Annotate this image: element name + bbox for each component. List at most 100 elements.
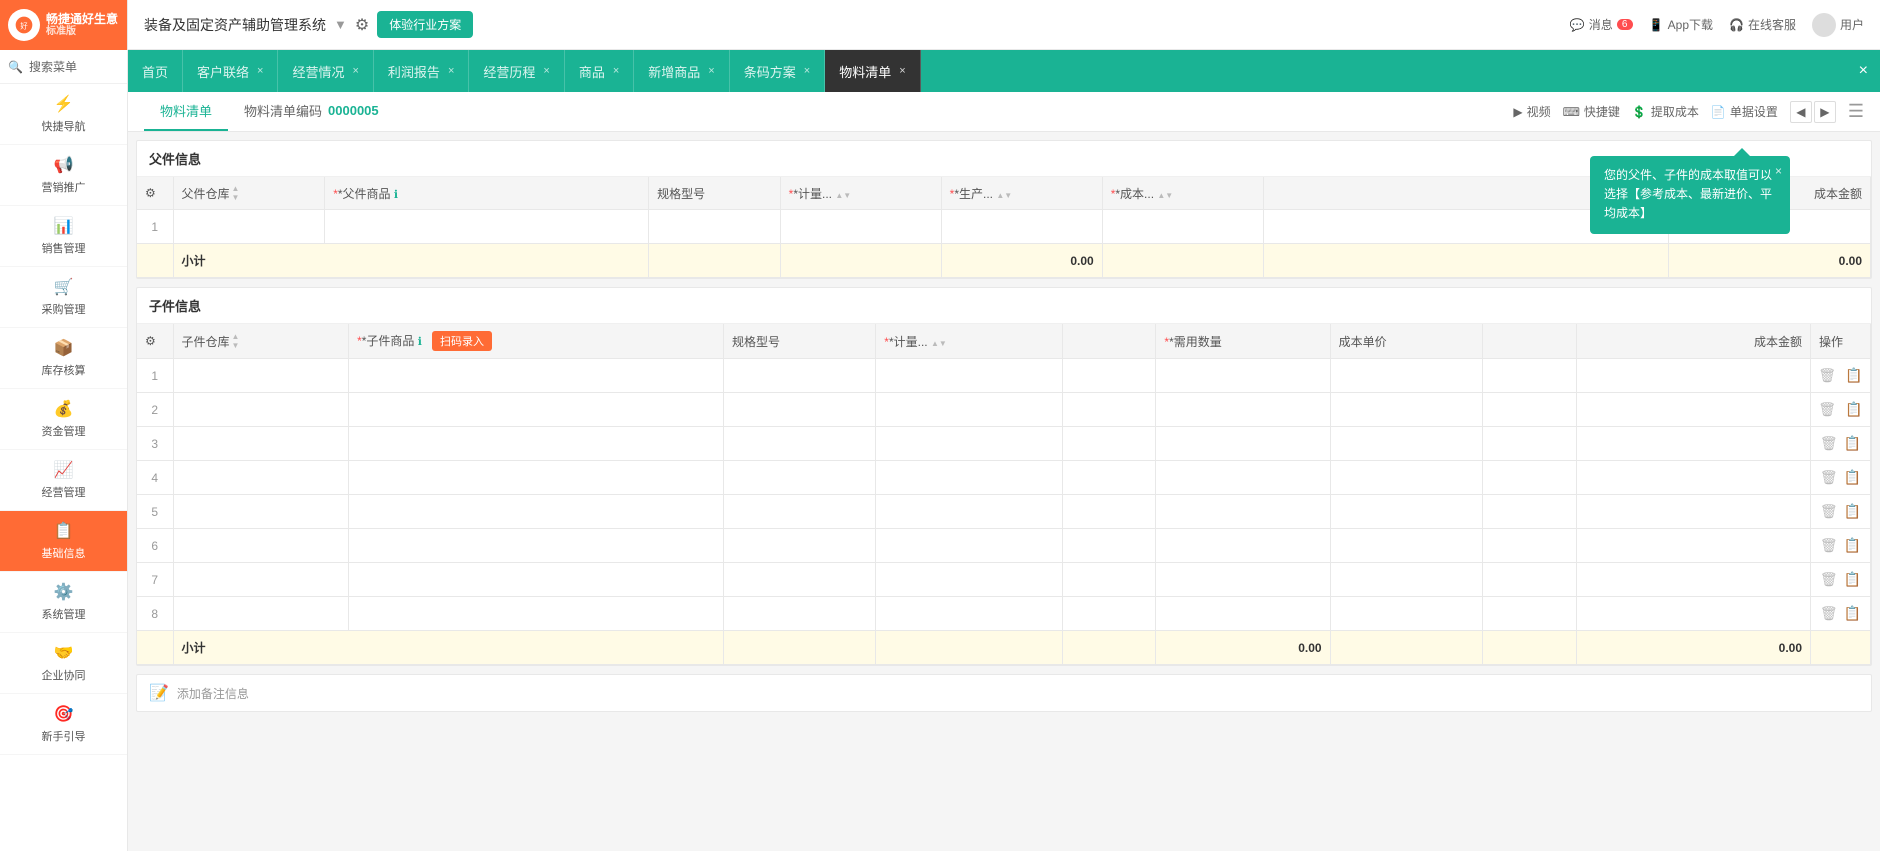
parent-cell-cost[interactable] (1102, 210, 1263, 244)
child-r2-unit[interactable] (876, 393, 1062, 427)
sidebar-item-basicinfo[interactable]: 📋 基础信息 (0, 511, 127, 572)
delete-icon-3[interactable]: 🗑 (1820, 435, 1838, 451)
prev-arrow[interactable]: ◀ (1790, 101, 1812, 123)
tab-history[interactable]: 经营历程 × (469, 50, 564, 92)
shortcut-button[interactable]: ⌨ 快捷键 (1563, 103, 1620, 120)
child-r1-unit[interactable] (876, 359, 1062, 393)
delete-icon-8[interactable]: 🗑 (1820, 605, 1838, 621)
child-r2-spec[interactable] (723, 393, 875, 427)
sidebar-item-operations[interactable]: 📈 经营管理 (0, 450, 127, 511)
delete-icon-2[interactable]: 🗑 (1818, 401, 1836, 417)
settings-icon[interactable]: ⚙ (355, 15, 369, 35)
sidebar-item-newguide[interactable]: 🎯 新手引导 (0, 694, 127, 755)
scan-input-button[interactable]: 扫码录入 (432, 331, 492, 351)
copy-icon-4[interactable]: 📋 (1844, 469, 1861, 485)
tab-addgoods-close[interactable]: × (708, 65, 714, 77)
tab-customer-close[interactable]: × (257, 65, 263, 77)
parent-cell-warehouse[interactable] (173, 210, 325, 244)
child-r1-spec[interactable] (723, 359, 875, 393)
sidebar-item-collab[interactable]: 🤝 企业协同 (0, 633, 127, 694)
delete-icon-7[interactable]: 🗑 (1820, 571, 1838, 587)
sidebar-item-quicknav[interactable]: ⚡ 快捷导航 (0, 84, 127, 145)
child-r2-ops[interactable]: 🗑 📋 (1811, 393, 1871, 427)
parent-cell-goods[interactable] (325, 210, 649, 244)
child-r2-goods[interactable] (349, 393, 724, 427)
dropdown-arrow-icon: ▼ (334, 17, 347, 32)
user-button[interactable]: 用户 (1812, 13, 1864, 37)
sidebar-item-sales[interactable]: 📊 销售管理 (0, 206, 127, 267)
tab-addgoods[interactable]: 新增商品 × (634, 50, 729, 92)
parent-cell-produce[interactable] (941, 210, 1102, 244)
copy-icon-8[interactable]: 📋 (1844, 605, 1861, 621)
tab-history-close[interactable]: × (543, 65, 549, 77)
tab-bom-close[interactable]: × (899, 65, 905, 77)
sub-tab-code[interactable]: 物料清单编码 0000005 (228, 92, 395, 131)
parent-col-unit: **计量... ▲▼ (780, 177, 941, 210)
copy-icon-2[interactable]: 📋 (1845, 401, 1862, 417)
child-r1-warehouse[interactable] (173, 359, 349, 393)
delete-icon-1[interactable]: 🗑 (1818, 367, 1836, 383)
child-goods-help[interactable]: ℹ (418, 336, 422, 348)
parent-goods-help[interactable]: ℹ (394, 189, 398, 201)
child-r1-goods[interactable] (349, 359, 724, 393)
child-r4-ops[interactable]: 🗑📋 (1811, 461, 1871, 495)
child-r7-ops[interactable]: 🗑📋 (1811, 563, 1871, 597)
child-r1-qty[interactable] (1156, 359, 1330, 393)
tab-goods-close[interactable]: × (613, 65, 619, 77)
message-button[interactable]: 💬 消息 6 (1570, 16, 1633, 33)
sidebar-item-marketing[interactable]: 📢 营销推广 (0, 145, 127, 206)
tab-operations[interactable]: 经营情况 × (278, 50, 373, 92)
child-r8-ops[interactable]: 🗑📋 (1811, 597, 1871, 631)
sidebar-item-purchase[interactable]: 🛒 采购管理 (0, 267, 127, 328)
sidebar-item-system[interactable]: ⚙️ 系统管理 (0, 572, 127, 633)
parent-col-settings[interactable]: ⚙ (137, 177, 173, 210)
child-r2-unitcost[interactable] (1330, 393, 1482, 427)
delete-icon-6[interactable]: 🗑 (1820, 537, 1838, 553)
child-col-settings[interactable]: ⚙ (137, 324, 173, 359)
child-r2-qty[interactable] (1156, 393, 1330, 427)
tab-bom[interactable]: 物料清单 × (825, 50, 920, 92)
child-r5-ops[interactable]: 🗑📋 (1811, 495, 1871, 529)
sub-tab-bom[interactable]: 物料清单 (144, 92, 228, 131)
extract-cost-button[interactable]: 💲 提取成本 (1632, 103, 1699, 120)
child-table-row: 7 🗑📋 (137, 563, 1871, 597)
copy-icon-1[interactable]: 📋 (1845, 367, 1862, 383)
tab-barcode-close[interactable]: × (804, 65, 810, 77)
tab-customer[interactable]: 客户联络 × (183, 50, 278, 92)
tooltip-close-button[interactable]: × (1775, 162, 1782, 181)
copy-icon-7[interactable]: 📋 (1844, 571, 1861, 587)
trial-button[interactable]: 体验行业方案 (377, 11, 473, 38)
child-r6-ops[interactable]: 🗑📋 (1811, 529, 1871, 563)
newguide-icon: 🎯 (54, 704, 74, 724)
copy-icon-3[interactable]: 📋 (1844, 435, 1861, 451)
next-arrow[interactable]: ▶ (1814, 101, 1836, 123)
child-r2-warehouse[interactable] (173, 393, 349, 427)
note-text[interactable]: 添加备注信息 (177, 685, 249, 702)
nav-tabs: 首页 客户联络 × 经营情况 × 利润报告 × 经营历程 × 商品 × 新增商品… (128, 50, 1880, 92)
sidebar-search-item[interactable]: 🔍 搜索菜单 (0, 50, 127, 84)
copy-icon-5[interactable]: 📋 (1844, 503, 1861, 519)
delete-icon-5[interactable]: 🗑 (1820, 503, 1838, 519)
child-r1-unitcost[interactable] (1330, 359, 1482, 393)
parent-cell-unit[interactable] (780, 210, 941, 244)
view-button[interactable]: ▶ 视频 (1513, 103, 1550, 120)
copy-icon-6[interactable]: 📋 (1844, 537, 1861, 553)
child-r3-ops[interactable]: 🗑📋 (1811, 427, 1871, 461)
sidebar-item-inventory[interactable]: 📦 库存核算 (0, 328, 127, 389)
tab-profit-close[interactable]: × (448, 65, 454, 77)
app-download-button[interactable]: 📱 App下载 (1649, 16, 1713, 33)
tab-operations-close[interactable]: × (352, 65, 358, 77)
tab-home[interactable]: 首页 (128, 50, 183, 92)
parent-cell-spec[interactable] (649, 210, 781, 244)
sidebar-item-finance[interactable]: 💰 资金管理 (0, 389, 127, 450)
tab-profit[interactable]: 利润报告 × (374, 50, 469, 92)
tab-barcode[interactable]: 条码方案 × (730, 50, 825, 92)
online-service-button[interactable]: 🎧 在线客服 (1729, 16, 1796, 33)
tab-goods[interactable]: 商品 × (565, 50, 634, 92)
close-all-tabs[interactable]: × (1847, 62, 1880, 80)
delete-icon-4[interactable]: 🗑 (1820, 469, 1838, 485)
child-r1-ops[interactable]: 🗑 📋 (1811, 359, 1871, 393)
expand-icon[interactable]: ☰ (1848, 101, 1864, 122)
single-setting-button[interactable]: 📄 单据设置 (1711, 103, 1778, 120)
parent-col-spec: 规格型号 (649, 177, 781, 210)
